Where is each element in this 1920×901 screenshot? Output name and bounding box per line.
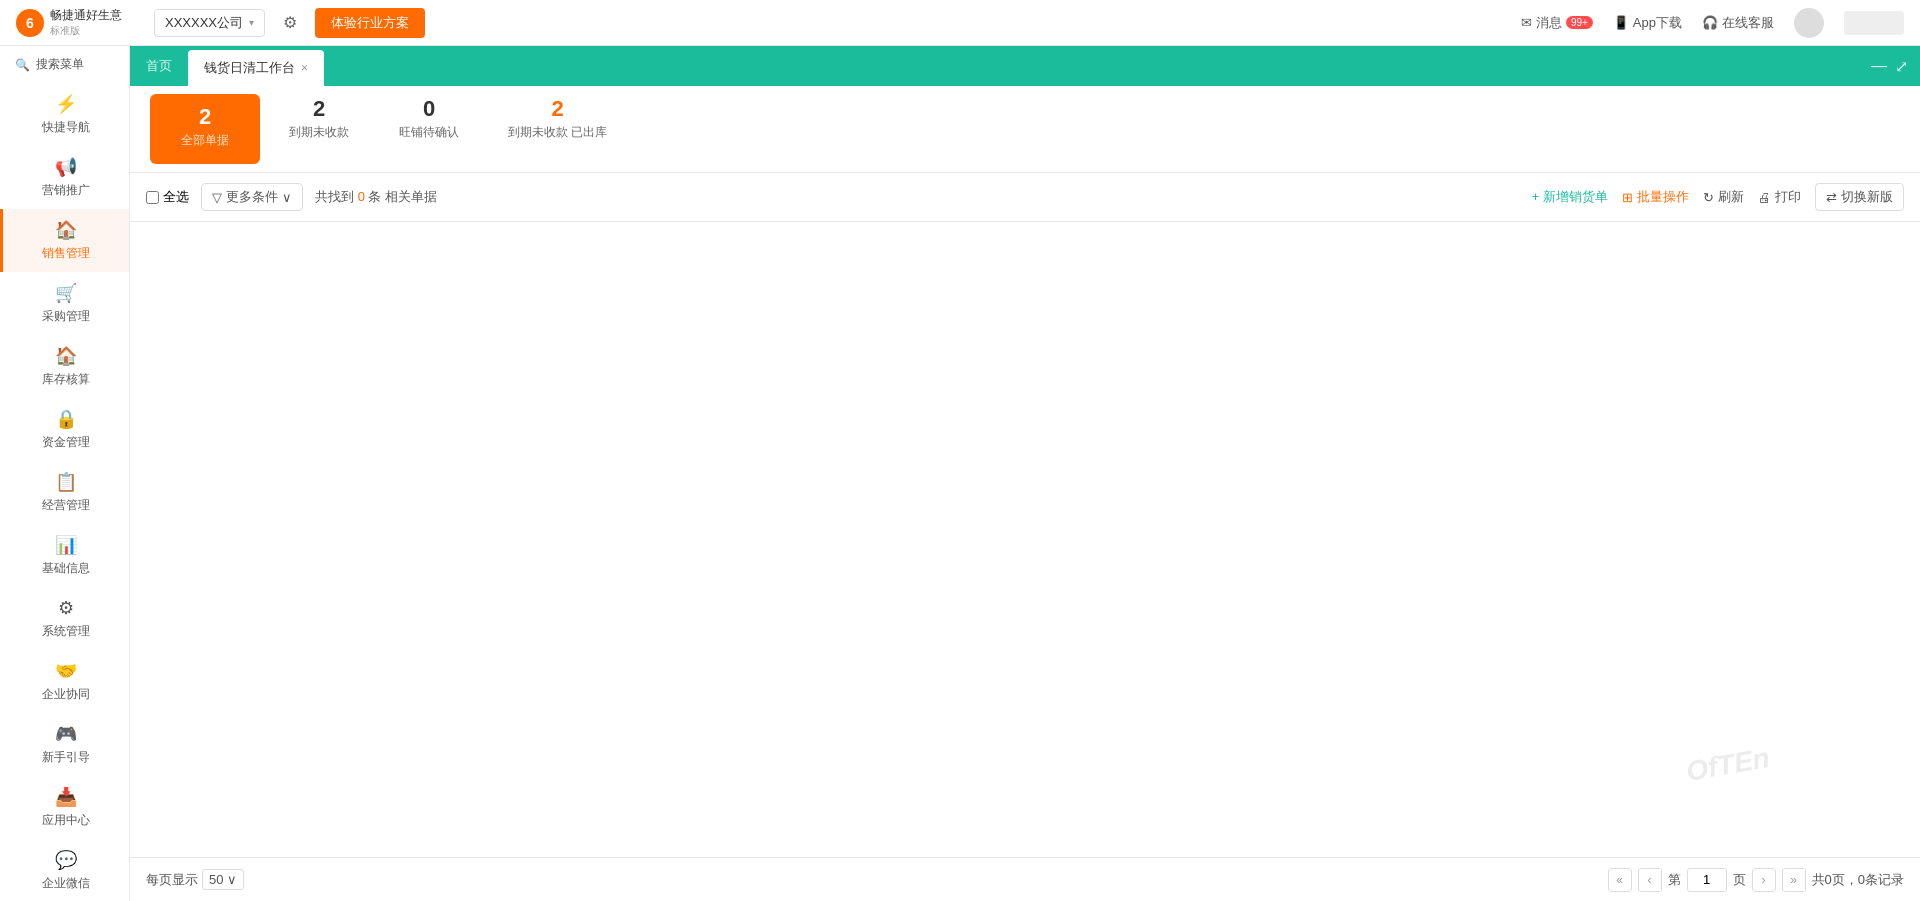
inventory-icon: 🏠	[55, 345, 77, 367]
add-sales-order-btn[interactable]: + 新增销货单	[1532, 188, 1608, 206]
logo-icon: 6	[16, 9, 44, 37]
logo-area: 6 畅捷通好生意 标准版	[16, 8, 146, 37]
stat-tab-overdue[interactable]: 2 到期未收款	[264, 86, 374, 172]
sys-icon: ⚙	[58, 597, 74, 619]
page-input[interactable]	[1687, 868, 1727, 892]
table-area: OfTEn	[130, 222, 1920, 857]
stat-label-overdue-out: 到期未收款 已出库	[508, 124, 607, 141]
stat-number-overdue: 2	[313, 98, 325, 120]
base-info-icon: 📊	[55, 534, 77, 556]
toolbar: 全选 ▽ 更多条件 ∨ 共找到 0 条 相关单据 + 新增销货单	[130, 173, 1920, 222]
settings-icon[interactable]: ⚙	[275, 8, 305, 38]
print-btn[interactable]: 🖨 打印	[1758, 188, 1801, 206]
stat-tab-all[interactable]: 2 全部单据	[150, 94, 260, 164]
filter-chevron: ∨	[282, 190, 292, 205]
content-area: 首页 钱货日清工作台 × — ⤢ 2 全部单据 2 到期未收款	[130, 46, 1920, 901]
purchase-icon: 🛒	[55, 282, 77, 304]
experience-btn[interactable]: 体验行业方案	[315, 8, 425, 38]
page-size-box[interactable]: 50 ∨	[202, 869, 244, 890]
sidebar-search[interactable]: 🔍 搜索菜单	[0, 46, 129, 83]
service-icon: 🎧	[1702, 15, 1718, 30]
message-badge: 99+	[1566, 16, 1593, 29]
wechat-icon: 💬	[55, 849, 77, 871]
sidebar-item-marketing[interactable]: 📢 营销推广	[0, 146, 129, 209]
first-page-btn[interactable]: «	[1608, 868, 1632, 892]
company-selector[interactable]: XXXXXX公司 ▾	[154, 9, 265, 37]
sales-icon: 🏠	[55, 219, 77, 241]
refresh-icon: ↻	[1703, 190, 1714, 205]
tab-workbench[interactable]: 钱货日清工作台 ×	[188, 50, 324, 86]
sub-content: 2 全部单据 2 到期未收款 0 旺铺待确认 2 到期未收款 已出库	[130, 86, 1920, 901]
stat-label-wangpu: 旺铺待确认	[399, 124, 459, 141]
stat-tab-overdue-out[interactable]: 2 到期未收款 已出库	[484, 86, 631, 172]
page-size-chevron: ∨	[227, 872, 237, 887]
tab-maximize-btn[interactable]: ⤢	[1895, 57, 1908, 76]
sidebar-item-operations[interactable]: 📋 经营管理	[0, 461, 129, 524]
marketing-icon: 📢	[55, 156, 77, 178]
batch-icon: ⊞	[1622, 190, 1633, 205]
sidebar-item-newbie[interactable]: 🎮 新手引导	[0, 713, 129, 776]
sidebar-item-inventory[interactable]: 🏠 库存核算	[0, 335, 129, 398]
sidebar-item-enterprise-wechat[interactable]: 💬 企业微信	[0, 839, 129, 901]
finance-icon: 🔒	[55, 408, 77, 430]
message-btn[interactable]: ✉ 消息 99+	[1521, 14, 1593, 32]
page-size-select: 每页显示 50 ∨	[146, 869, 244, 890]
stat-label-all: 全部单据	[181, 132, 229, 149]
found-count: 共找到 0 条 相关单据	[315, 188, 437, 206]
tab-close-icon[interactable]: ×	[301, 61, 308, 75]
pagination-bar: 每页显示 50 ∨ « ‹ 第 页 › » 共0页，0条记录	[130, 857, 1920, 901]
found-number: 0	[358, 189, 365, 204]
app-download-btn[interactable]: 📱 App下载	[1613, 14, 1682, 32]
next-page-btn[interactable]: ›	[1752, 868, 1776, 892]
header-right: ✉ 消息 99+ 📱 App下载 🎧 在线客服	[1521, 8, 1904, 38]
switch-new-version-btn[interactable]: ⇄ 切换新版	[1815, 183, 1904, 211]
sidebar-item-base-info[interactable]: 📊 基础信息	[0, 524, 129, 587]
stat-number-all: 2	[199, 106, 211, 128]
switch-icon: ⇄	[1826, 190, 1837, 205]
download-icon: 📱	[1613, 15, 1629, 30]
select-all-checkbox[interactable]: 全选	[146, 188, 189, 206]
company-name: XXXXXX公司	[165, 14, 243, 32]
filter-btn[interactable]: ▽ 更多条件 ∨	[201, 183, 303, 211]
toolbar-right: + 新增销货单 ⊞ 批量操作 ↻ 刷新 🖨 打印 ⇄	[1532, 183, 1904, 211]
user-name-placeholder	[1844, 11, 1904, 35]
stats-tabs: 2 全部单据 2 到期未收款 0 旺铺待确认 2 到期未收款 已出库	[130, 86, 1920, 173]
app-title: 畅捷通好生意 标准版	[50, 8, 122, 37]
sidebar: 🔍 搜索菜单 ⚡ 快捷导航 📢 营销推广 🏠 销售管理 🛒 采购管理 🏠 库存核…	[0, 46, 130, 901]
stat-number-wangpu: 0	[423, 98, 435, 120]
total-info: 共0页，0条记录	[1812, 871, 1904, 889]
avatar[interactable]	[1794, 8, 1824, 38]
coop-icon: 🤝	[55, 660, 77, 682]
last-page-btn[interactable]: »	[1782, 868, 1806, 892]
sidebar-item-app-center[interactable]: 📥 应用中心	[0, 776, 129, 839]
newbie-icon: 🎮	[55, 723, 77, 745]
batch-operation-btn[interactable]: ⊞ 批量操作	[1622, 188, 1689, 206]
sidebar-item-purchase[interactable]: 🛒 采购管理	[0, 272, 129, 335]
stat-tab-wangpu[interactable]: 0 旺铺待确认	[374, 86, 484, 172]
stat-number-overdue-out: 2	[552, 98, 564, 120]
refresh-btn[interactable]: ↻ 刷新	[1703, 188, 1744, 206]
sidebar-item-quick-nav[interactable]: ⚡ 快捷导航	[0, 83, 129, 146]
sidebar-item-sales[interactable]: 🏠 销售管理	[0, 209, 129, 272]
chevron-down-icon: ▾	[249, 17, 254, 28]
sidebar-item-sys-manage[interactable]: ⚙ 系统管理	[0, 587, 129, 650]
message-icon: ✉	[1521, 15, 1532, 30]
filter-icon: ▽	[212, 190, 222, 205]
tab-bar: 首页 钱货日清工作台 × — ⤢	[130, 46, 1920, 86]
prev-page-btn[interactable]: ‹	[1638, 868, 1662, 892]
print-icon: 🖨	[1758, 190, 1771, 205]
tab-bar-actions: — ⤢	[1859, 57, 1920, 76]
app-center-icon: 📥	[55, 786, 77, 808]
stat-label-overdue: 到期未收款	[289, 124, 349, 141]
tab-minimize-btn[interactable]: —	[1871, 57, 1887, 75]
online-service-btn[interactable]: 🎧 在线客服	[1702, 14, 1774, 32]
tab-home[interactable]: 首页	[130, 46, 188, 86]
search-icon: 🔍	[15, 58, 30, 72]
sidebar-item-enterprise-coop[interactable]: 🤝 企业协同	[0, 650, 129, 713]
watermark: OfTEn	[1684, 742, 1772, 788]
sidebar-item-finance[interactable]: 🔒 资金管理	[0, 398, 129, 461]
operations-icon: 📋	[55, 471, 77, 493]
page-nav: « ‹ 第 页 › » 共0页，0条记录	[1608, 868, 1904, 892]
quick-nav-icon: ⚡	[55, 93, 77, 115]
